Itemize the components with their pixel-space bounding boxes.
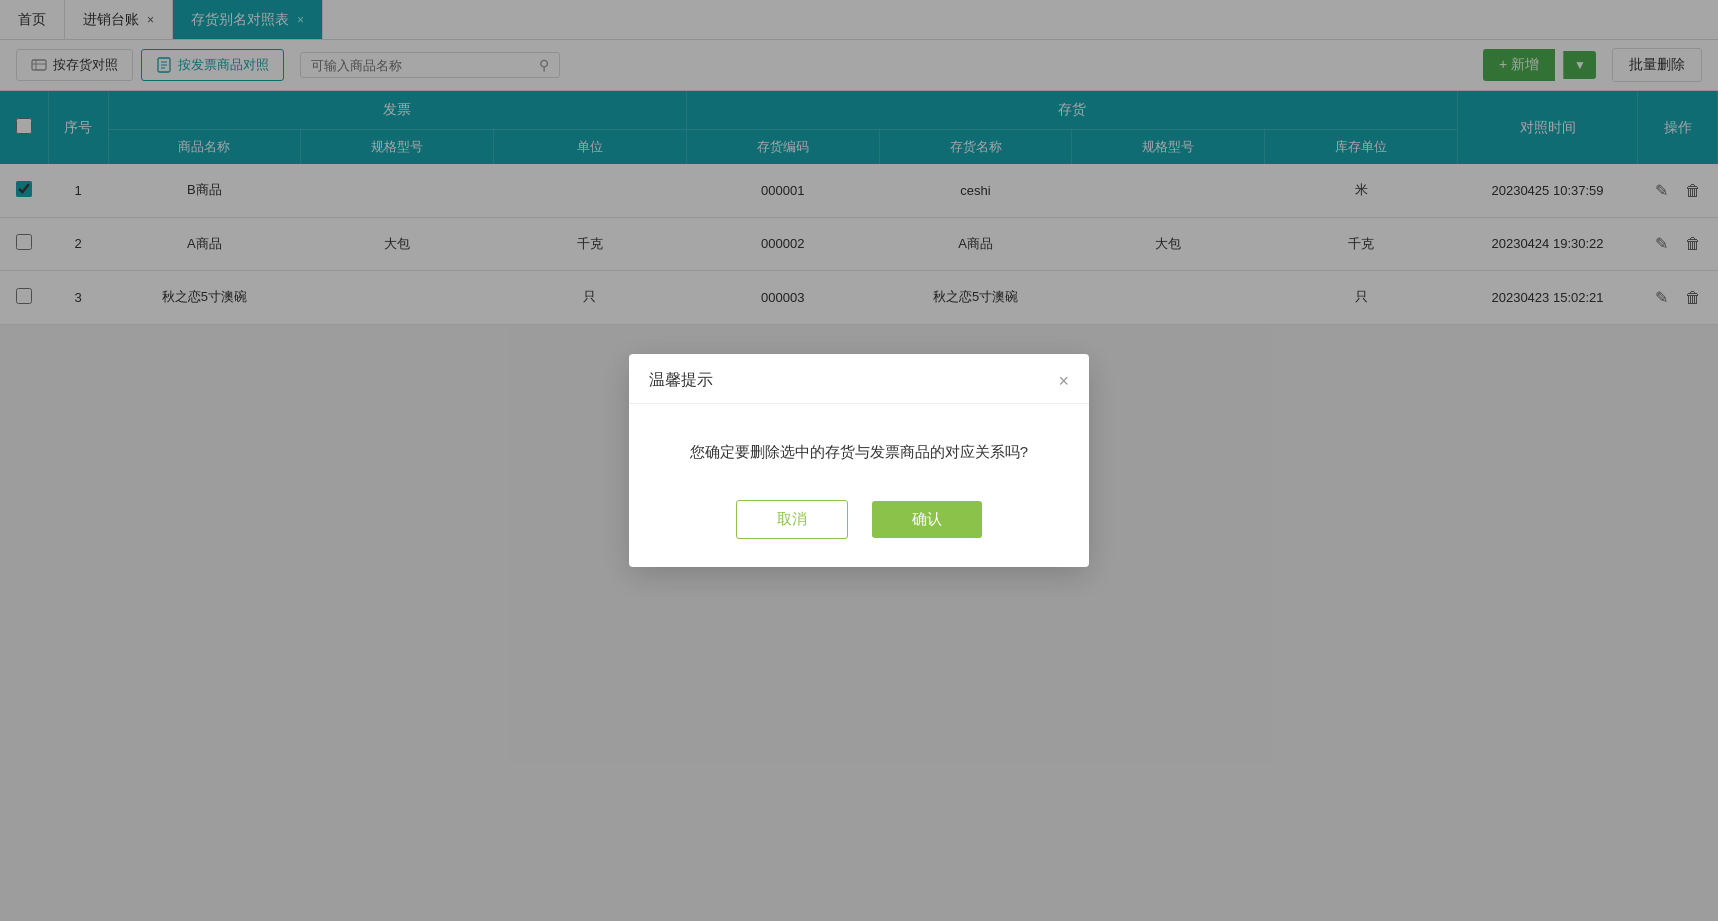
modal-overlay: 温馨提示 × 您确定要删除选中的存货与发票商品的对应关系吗? 取消 确认 bbox=[0, 0, 1718, 325]
